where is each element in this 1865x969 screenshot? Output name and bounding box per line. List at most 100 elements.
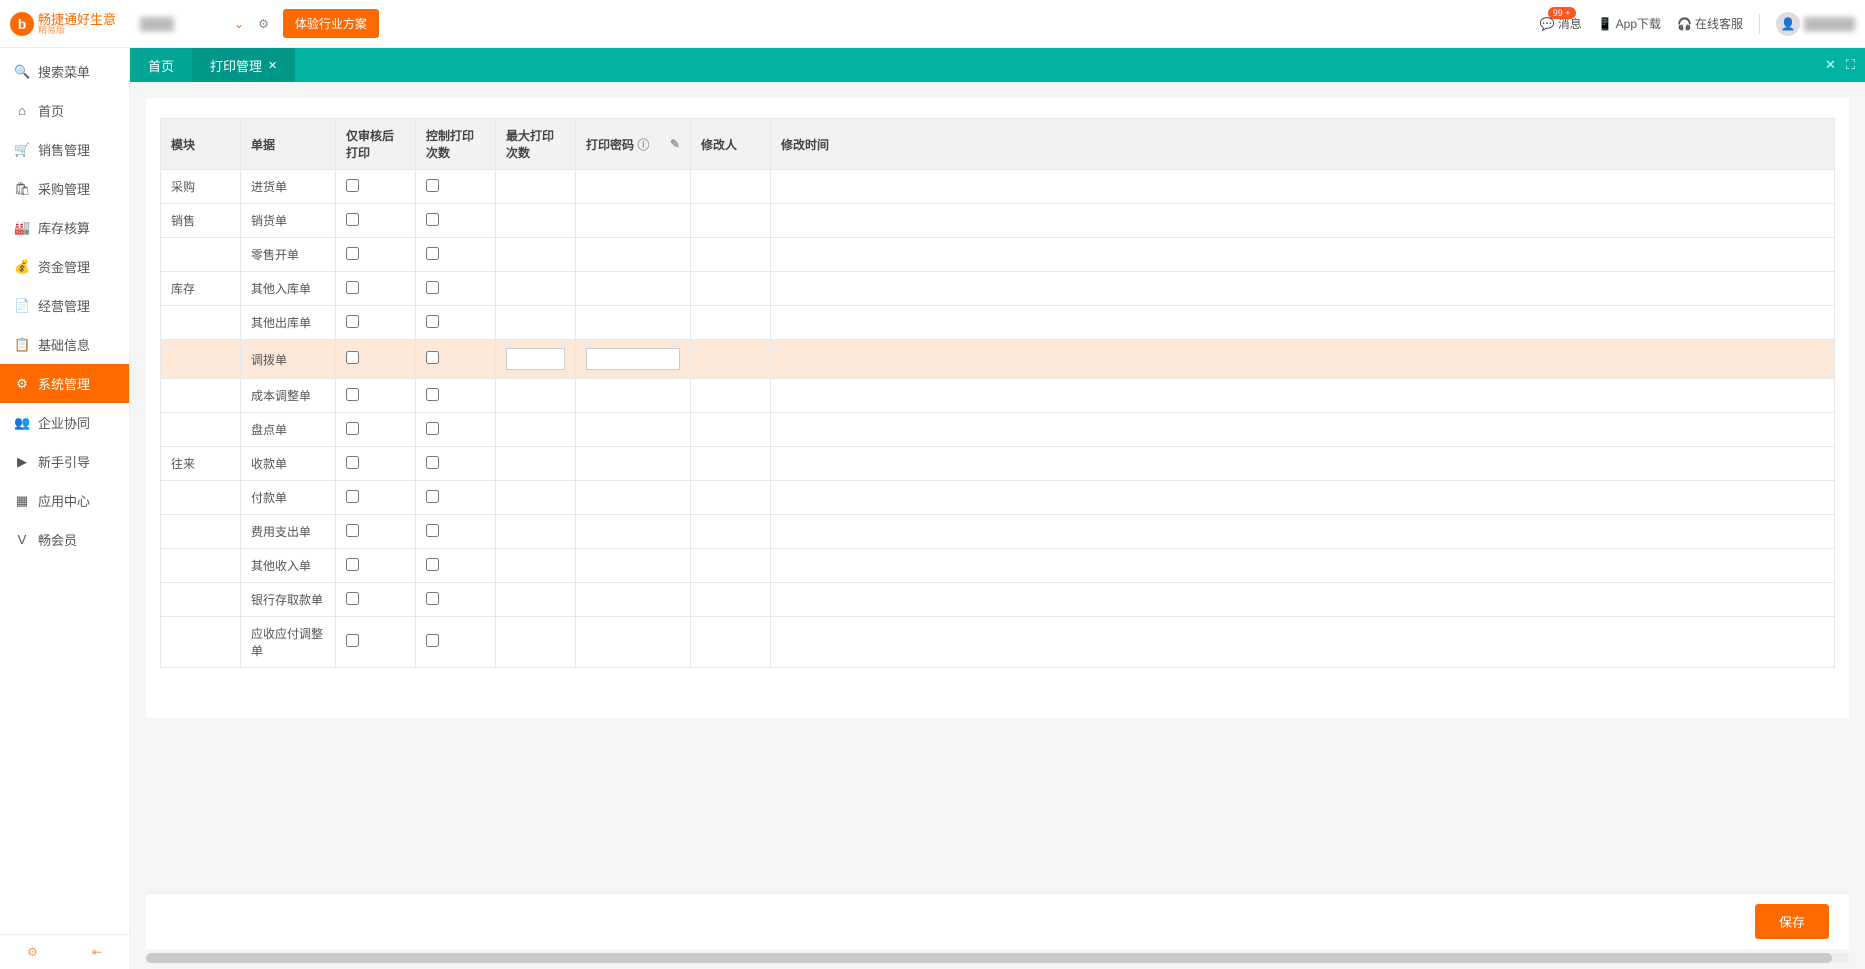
user-menu[interactable]: 👤 ██████ [1776, 12, 1855, 36]
logo-icon: b [10, 12, 34, 36]
audit-checkbox[interactable] [346, 592, 359, 605]
cell-mtime [771, 447, 1835, 481]
cell-control [416, 413, 496, 447]
cell-control [416, 306, 496, 340]
max-print-input[interactable] [506, 348, 565, 370]
sidebar-item-4[interactable]: 🏭库存核算 [0, 208, 129, 247]
sidebar-item-0[interactable]: 🔍搜索菜单 [0, 52, 129, 91]
audit-checkbox[interactable] [346, 213, 359, 226]
audit-checkbox[interactable] [346, 634, 359, 647]
control-checkbox[interactable] [426, 456, 439, 469]
audit-checkbox[interactable] [346, 490, 359, 503]
fullscreen-icon[interactable]: ⛶ [1846, 57, 1855, 73]
control-checkbox[interactable] [426, 524, 439, 537]
sidebar-item-icon: 🛒 [14, 142, 30, 158]
cell-control [416, 481, 496, 515]
table-row: 盘点单 [161, 413, 1835, 447]
cell-pwd [576, 238, 691, 272]
cell-pwd [576, 413, 691, 447]
sidebar-item-10[interactable]: ▶新手引导 [0, 442, 129, 481]
cell-max [496, 549, 576, 583]
avatar-icon: 👤 [1776, 12, 1800, 36]
cell-module [161, 549, 241, 583]
sidebar-item-icon: ▶ [14, 454, 30, 470]
table-row: 付款单 [161, 481, 1835, 515]
cell-control [416, 515, 496, 549]
scrollbar-thumb[interactable] [146, 953, 1832, 963]
cell-control [416, 204, 496, 238]
cell-pwd [576, 515, 691, 549]
sidebar-item-12[interactable]: V畅会员 [0, 520, 129, 559]
cell-control [416, 549, 496, 583]
sidebar-item-5[interactable]: 💰资金管理 [0, 247, 129, 286]
print-password-input[interactable] [586, 348, 680, 370]
sidebar-item-icon: 🛍 [14, 181, 30, 197]
control-checkbox[interactable] [426, 558, 439, 571]
messages-badge: 99 + [1548, 7, 1576, 19]
audit-checkbox[interactable] [346, 456, 359, 469]
cell-modifier [691, 204, 771, 238]
sidebar-item-9[interactable]: 👥企业协同 [0, 403, 129, 442]
control-checkbox[interactable] [426, 634, 439, 647]
sidebar-collapse-icon[interactable]: ⇤ [92, 945, 102, 959]
control-checkbox[interactable] [426, 592, 439, 605]
cell-mtime [771, 583, 1835, 617]
sidebar-item-1[interactable]: ⌂首页 [0, 91, 129, 130]
audit-checkbox[interactable] [346, 388, 359, 401]
online-service-button[interactable]: 🎧 在线客服 [1677, 15, 1743, 32]
cell-max [496, 170, 576, 204]
tab-home-label: 首页 [148, 56, 174, 75]
audit-checkbox[interactable] [346, 351, 359, 364]
org-selector[interactable]: ████ ⌄ [140, 17, 244, 31]
sidebar-item-11[interactable]: ▦应用中心 [0, 481, 129, 520]
col-max: 最大打印次数 [496, 119, 576, 170]
table-row: 销售销货单 [161, 204, 1835, 238]
audit-checkbox[interactable] [346, 558, 359, 571]
sidebar-settings-icon[interactable]: ⚙ [27, 945, 38, 959]
save-button[interactable]: 保存 [1755, 904, 1829, 939]
cell-module: 往来 [161, 447, 241, 481]
col-pwd-label: 打印密码 [586, 138, 634, 152]
control-checkbox[interactable] [426, 490, 439, 503]
control-checkbox[interactable] [426, 213, 439, 226]
tab-print-manage[interactable]: 打印管理 ✕ [192, 48, 295, 82]
cell-max [496, 204, 576, 238]
audit-checkbox[interactable] [346, 524, 359, 537]
sidebar-item-3[interactable]: 🛍采购管理 [0, 169, 129, 208]
control-checkbox[interactable] [426, 422, 439, 435]
tab-home[interactable]: 首页 [130, 48, 192, 82]
cell-modifier [691, 549, 771, 583]
control-checkbox[interactable] [426, 351, 439, 364]
audit-checkbox[interactable] [346, 422, 359, 435]
sidebar-item-8[interactable]: ⚙系统管理 [0, 364, 129, 403]
cell-mtime [771, 272, 1835, 306]
close-icon[interactable]: ✕ [268, 59, 277, 72]
cell-module [161, 306, 241, 340]
app-download-button[interactable]: 📱 App下载 [1598, 15, 1661, 32]
settings-gear-icon[interactable]: ⚙ [258, 17, 269, 31]
tab-close-all-icon[interactable]: ✕ [1825, 57, 1836, 73]
messages-button[interactable]: 💬 消息 99 + [1540, 15, 1582, 32]
cell-audit [336, 413, 416, 447]
experience-plan-button[interactable]: 体验行业方案 [283, 9, 379, 38]
cell-doc: 调拨单 [241, 340, 336, 379]
audit-checkbox[interactable] [346, 315, 359, 328]
audit-checkbox[interactable] [346, 281, 359, 294]
sidebar-item-icon: 🏭 [14, 220, 30, 236]
sidebar-item-2[interactable]: 🛒销售管理 [0, 130, 129, 169]
control-checkbox[interactable] [426, 281, 439, 294]
audit-checkbox[interactable] [346, 179, 359, 192]
cell-audit [336, 238, 416, 272]
help-icon[interactable]: ⓘ [637, 138, 649, 152]
sidebar-item-6[interactable]: 📄经营管理 [0, 286, 129, 325]
horizontal-scrollbar[interactable] [146, 953, 1849, 963]
control-checkbox[interactable] [426, 315, 439, 328]
sidebar-item-7[interactable]: 📋基础信息 [0, 325, 129, 364]
control-checkbox[interactable] [426, 247, 439, 260]
edit-icon[interactable]: ✎ [670, 137, 680, 151]
cell-doc: 进货单 [241, 170, 336, 204]
audit-checkbox[interactable] [346, 247, 359, 260]
table-row: 其他收入单 [161, 549, 1835, 583]
control-checkbox[interactable] [426, 179, 439, 192]
control-checkbox[interactable] [426, 388, 439, 401]
